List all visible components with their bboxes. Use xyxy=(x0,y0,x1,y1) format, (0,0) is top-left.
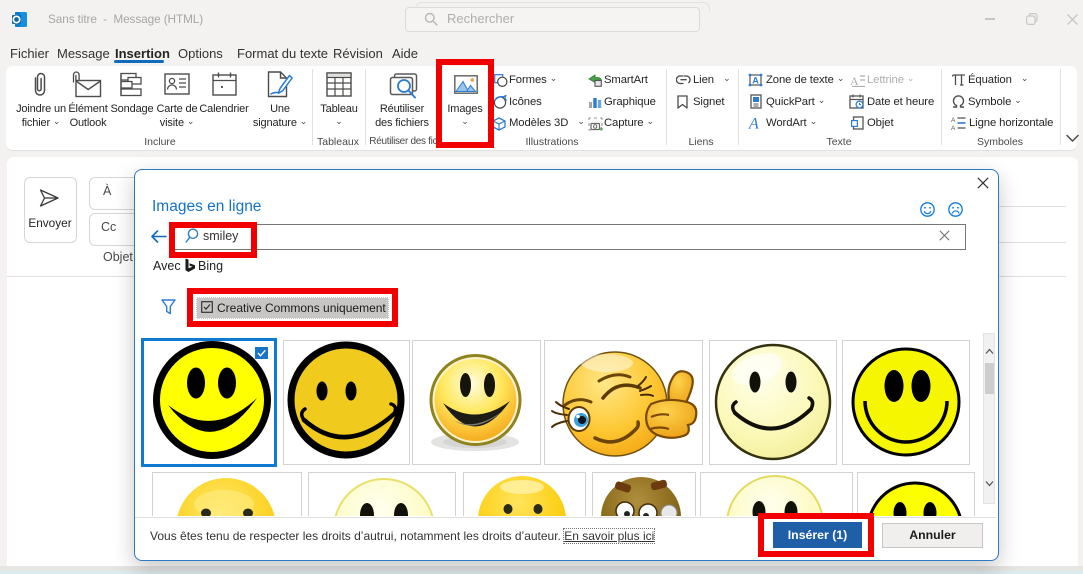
svg-text:A: A xyxy=(748,116,759,132)
svg-text:A: A xyxy=(951,117,956,124)
svg-text:A: A xyxy=(951,125,956,130)
svg-text:A: A xyxy=(850,74,859,87)
svg-text:A: A xyxy=(752,76,759,86)
